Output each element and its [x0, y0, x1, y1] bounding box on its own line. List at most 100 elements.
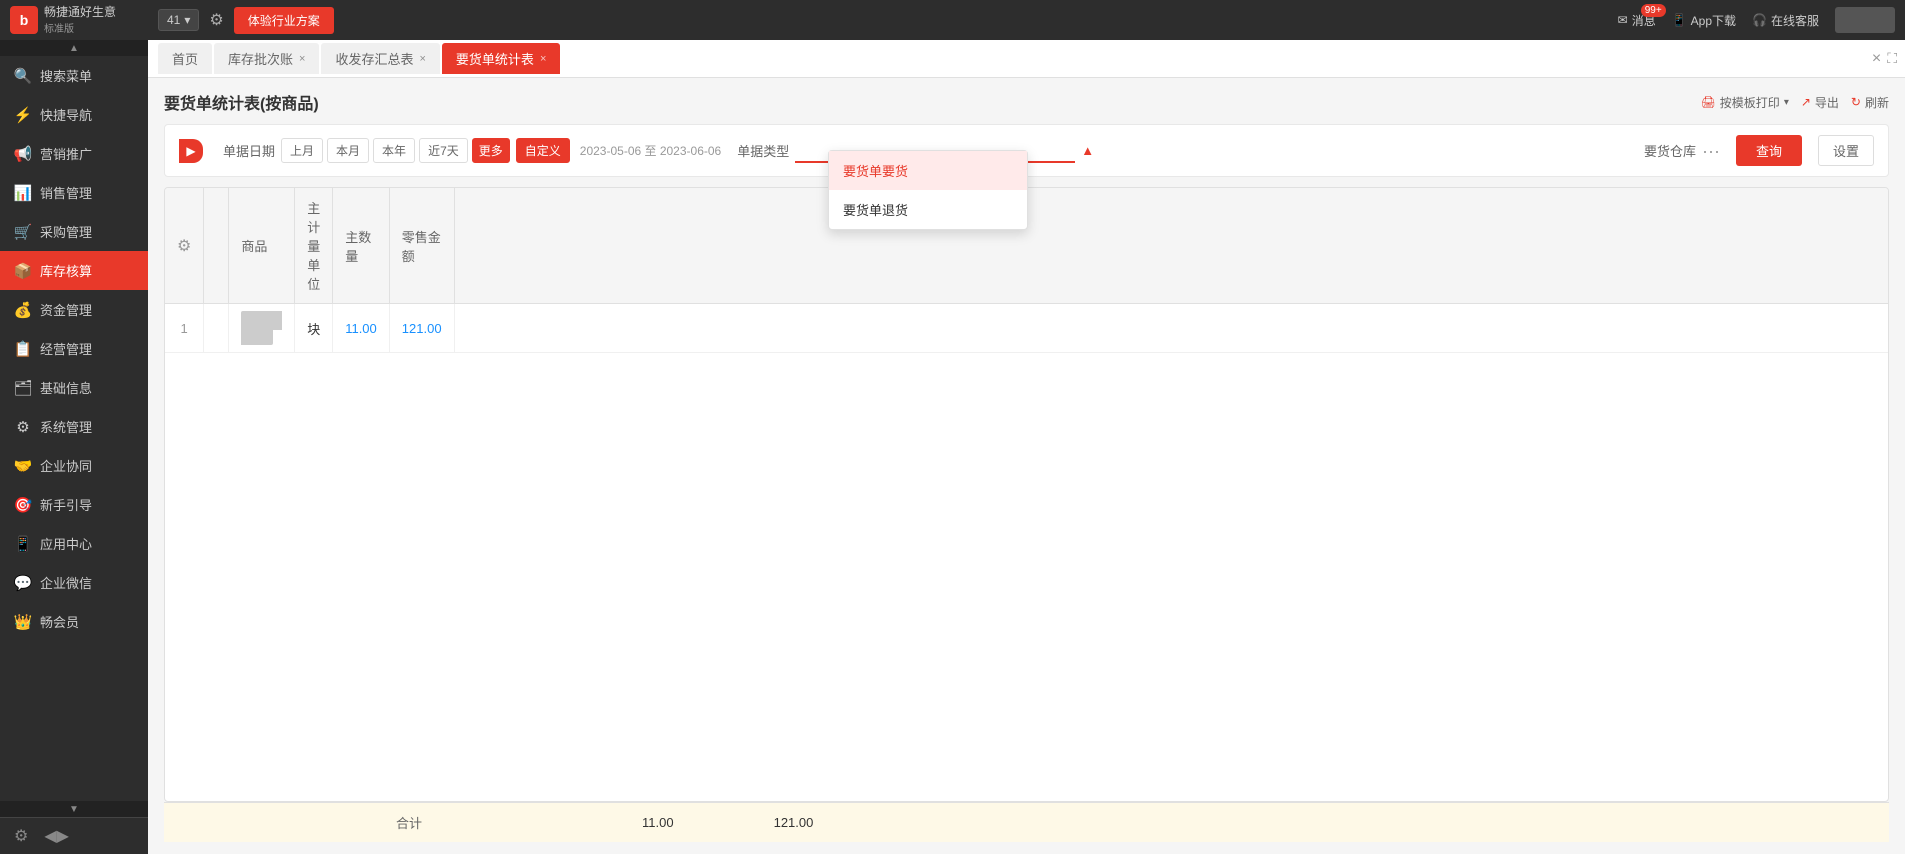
- sidebar-scroll-down[interactable]: ▼: [0, 801, 148, 817]
- settings-bottom-icon[interactable]: ⚙: [14, 826, 28, 846]
- online-service-btn[interactable]: 🎧 在线客服: [1752, 12, 1819, 29]
- sidebar-item-guide[interactable]: 🎯 新手引导: [0, 485, 148, 524]
- sidebar-label-finance: 资金管理: [40, 300, 92, 319]
- page-title: 要货单统计表(按商品): [164, 90, 319, 114]
- date-btn-this-month[interactable]: 本月: [327, 138, 369, 163]
- sidebar-item-inventory[interactable]: 📦 库存核算: [0, 251, 148, 290]
- query-button[interactable]: 查询: [1736, 135, 1802, 166]
- sidebar-item-finance[interactable]: 💰 资金管理: [0, 290, 148, 329]
- table-cell-no2: [204, 304, 229, 353]
- store-selector[interactable]: 41 ▾: [158, 9, 199, 31]
- sales-icon: 📊: [14, 184, 32, 202]
- purchase-icon: 🛒: [14, 223, 32, 241]
- tab-sales-summary[interactable]: 收发存汇总表 ×: [321, 43, 439, 74]
- inventory-icon: 📦: [14, 262, 32, 280]
- date-btn-custom[interactable]: 自定义: [516, 138, 570, 163]
- table-header-goods: 商品: [229, 188, 295, 304]
- collapse-icon[interactable]: ◀▶: [44, 826, 69, 846]
- table-cell-amount[interactable]: 121.00: [389, 304, 454, 353]
- sidebar: ▲ 🔍 搜索菜单 ⚡ 快捷导航 📢 营销推广 📊 销售管理 🛒 采购管理: [0, 40, 148, 854]
- headphone-icon: 🎧: [1752, 13, 1767, 27]
- sidebar-label-inventory: 库存核算: [40, 261, 92, 280]
- settings-icon[interactable]: ⚙: [209, 10, 223, 30]
- table-container: ⚙ 商品 主计量单位 主数量 零售金额 1: [164, 187, 1889, 802]
- dropdown-item-yaohuodanyaohuo[interactable]: 要货单要货: [829, 151, 1027, 190]
- date-btn-more[interactable]: 更多: [472, 138, 510, 163]
- tab-bar: 首页 库存批次账 × 收发存汇总表 × 要货单统计表 × × ⛶: [148, 40, 1905, 78]
- sidebar-item-wechat[interactable]: 💬 企业微信: [0, 563, 148, 602]
- date-btn-7days[interactable]: 近7天: [419, 138, 468, 163]
- tab-requisition-stats[interactable]: 要货单统计表 ×: [442, 43, 560, 74]
- sidebar-scroll-up[interactable]: ▲: [0, 40, 148, 56]
- sidebar-item-basic[interactable]: 🗂 基础信息: [0, 368, 148, 407]
- top-header: b 畅捷通好生意 标准版 41 ▾ ⚙ 体验行业方案 ✉ 消息 99+ 📱 Ap…: [0, 0, 1905, 40]
- table-cell-quantity[interactable]: 11.00: [333, 304, 390, 353]
- date-btn-last-month[interactable]: 上月: [281, 138, 323, 163]
- footer-quantity: 11.00: [642, 815, 714, 830]
- tab-close-all-icon[interactable]: ×: [1872, 50, 1881, 68]
- sidebar-label-members: 畅会员: [40, 612, 79, 631]
- type-filter-dropdown-icon[interactable]: ▲: [1081, 143, 1094, 158]
- table-header-unit: 主计量单位: [295, 188, 333, 304]
- table-cell-no: 1: [165, 304, 204, 353]
- table-header-amount: 零售金额: [389, 188, 454, 304]
- sidebar-label-cooperation: 企业协同: [40, 456, 92, 475]
- sidebar-item-members[interactable]: 👑 畅会员: [0, 602, 148, 641]
- sidebar-item-quick-nav[interactable]: ⚡ 快捷导航: [0, 95, 148, 134]
- sidebar-item-system[interactable]: ⚙ 系统管理: [0, 407, 148, 446]
- sidebar-label-wechat: 企业微信: [40, 573, 92, 592]
- app-download-btn[interactable]: 📱 App下载: [1672, 12, 1736, 29]
- mobile-icon: 📱: [1672, 13, 1687, 27]
- tab-expand-icon[interactable]: ⛶: [1887, 50, 1897, 67]
- store-name: 41: [167, 13, 180, 27]
- basic-icon: 🗂: [14, 379, 32, 397]
- warehouse-filter-group: 要货仓库 ···: [1644, 141, 1720, 160]
- sidebar-item-search[interactable]: 🔍 搜索菜单: [0, 56, 148, 95]
- sidebar-item-purchase[interactable]: 🛒 采购管理: [0, 212, 148, 251]
- table-header-gear[interactable]: ⚙: [165, 188, 204, 304]
- export-btn[interactable]: ↗ 导出: [1801, 94, 1839, 111]
- filter-toggle-btn[interactable]: ▶: [179, 139, 203, 163]
- table-cell-unit: 块: [295, 304, 333, 353]
- user-avatar[interactable]: [1835, 7, 1895, 33]
- sidebar-item-appstore[interactable]: 📱 应用中心: [0, 524, 148, 563]
- sidebar-label-marketing: 营销推广: [40, 144, 92, 163]
- tab-inventory-batch[interactable]: 库存批次账 ×: [214, 43, 319, 74]
- settings-button[interactable]: 设置: [1818, 135, 1874, 166]
- brand-name: 畅捷通好生意: [44, 5, 116, 21]
- sidebar-item-operation[interactable]: 📋 经营管理: [0, 329, 148, 368]
- page-actions: 🖨 按模板打印 ▾ ↗ 导出 ↻ 刷新: [1701, 94, 1889, 111]
- warehouse-more-icon[interactable]: ···: [1702, 142, 1720, 160]
- header-right: ✉ 消息 99+ 📱 App下载 🎧 在线客服: [1618, 7, 1895, 33]
- brand-sub: 标准版: [44, 20, 116, 35]
- date-btn-this-year[interactable]: 本年: [373, 138, 415, 163]
- refresh-label: 刷新: [1865, 94, 1889, 111]
- page-title-bar: 要货单统计表(按商品) 🖨 按模板打印 ▾ ↗ 导出 ↻ 刷新: [164, 90, 1889, 114]
- system-icon: ⚙: [14, 418, 32, 436]
- table-cell-goods: ████ ███: [229, 304, 295, 353]
- table-footer: 合计 11.00 121.00: [164, 802, 1889, 842]
- message-btn[interactable]: ✉ 消息 99+: [1618, 12, 1656, 29]
- page-content: 要货单统计表(按商品) 🖨 按模板打印 ▾ ↗ 导出 ↻ 刷新: [148, 78, 1905, 854]
- footer-label: 合计: [396, 813, 422, 832]
- sidebar-item-marketing[interactable]: 📢 营销推广: [0, 134, 148, 173]
- sidebar-label-quick-nav: 快捷导航: [40, 105, 92, 124]
- sidebar-label-system: 系统管理: [40, 417, 92, 436]
- print-template-btn[interactable]: 🖨 按模板打印 ▾: [1701, 94, 1789, 111]
- tab-requisition-stats-close[interactable]: ×: [540, 53, 546, 65]
- online-service-label: 在线客服: [1771, 12, 1819, 29]
- sidebar-item-cooperation[interactable]: 🤝 企业协同: [0, 446, 148, 485]
- search-icon: 🔍: [14, 67, 32, 85]
- tab-sales-summary-close[interactable]: ×: [419, 53, 425, 65]
- date-buttons: 上月 本月 本年 近7天 更多: [281, 138, 510, 163]
- industry-button[interactable]: 体验行业方案: [234, 7, 334, 34]
- cooperation-icon: 🤝: [14, 457, 32, 475]
- header-center: 41 ▾ ⚙ 体验行业方案: [158, 7, 1618, 34]
- tab-inventory-batch-close[interactable]: ×: [299, 53, 305, 65]
- refresh-btn[interactable]: ↻ 刷新: [1851, 94, 1889, 111]
- tab-home[interactable]: 首页: [158, 43, 212, 74]
- app-download-label: App下载: [1691, 12, 1736, 29]
- dropdown-item-yaohuodantuihuo[interactable]: 要货单退货: [829, 190, 1027, 229]
- sidebar-item-sales[interactable]: 📊 销售管理: [0, 173, 148, 212]
- type-dropdown: 要货单要货 要货单退货: [828, 150, 1028, 230]
